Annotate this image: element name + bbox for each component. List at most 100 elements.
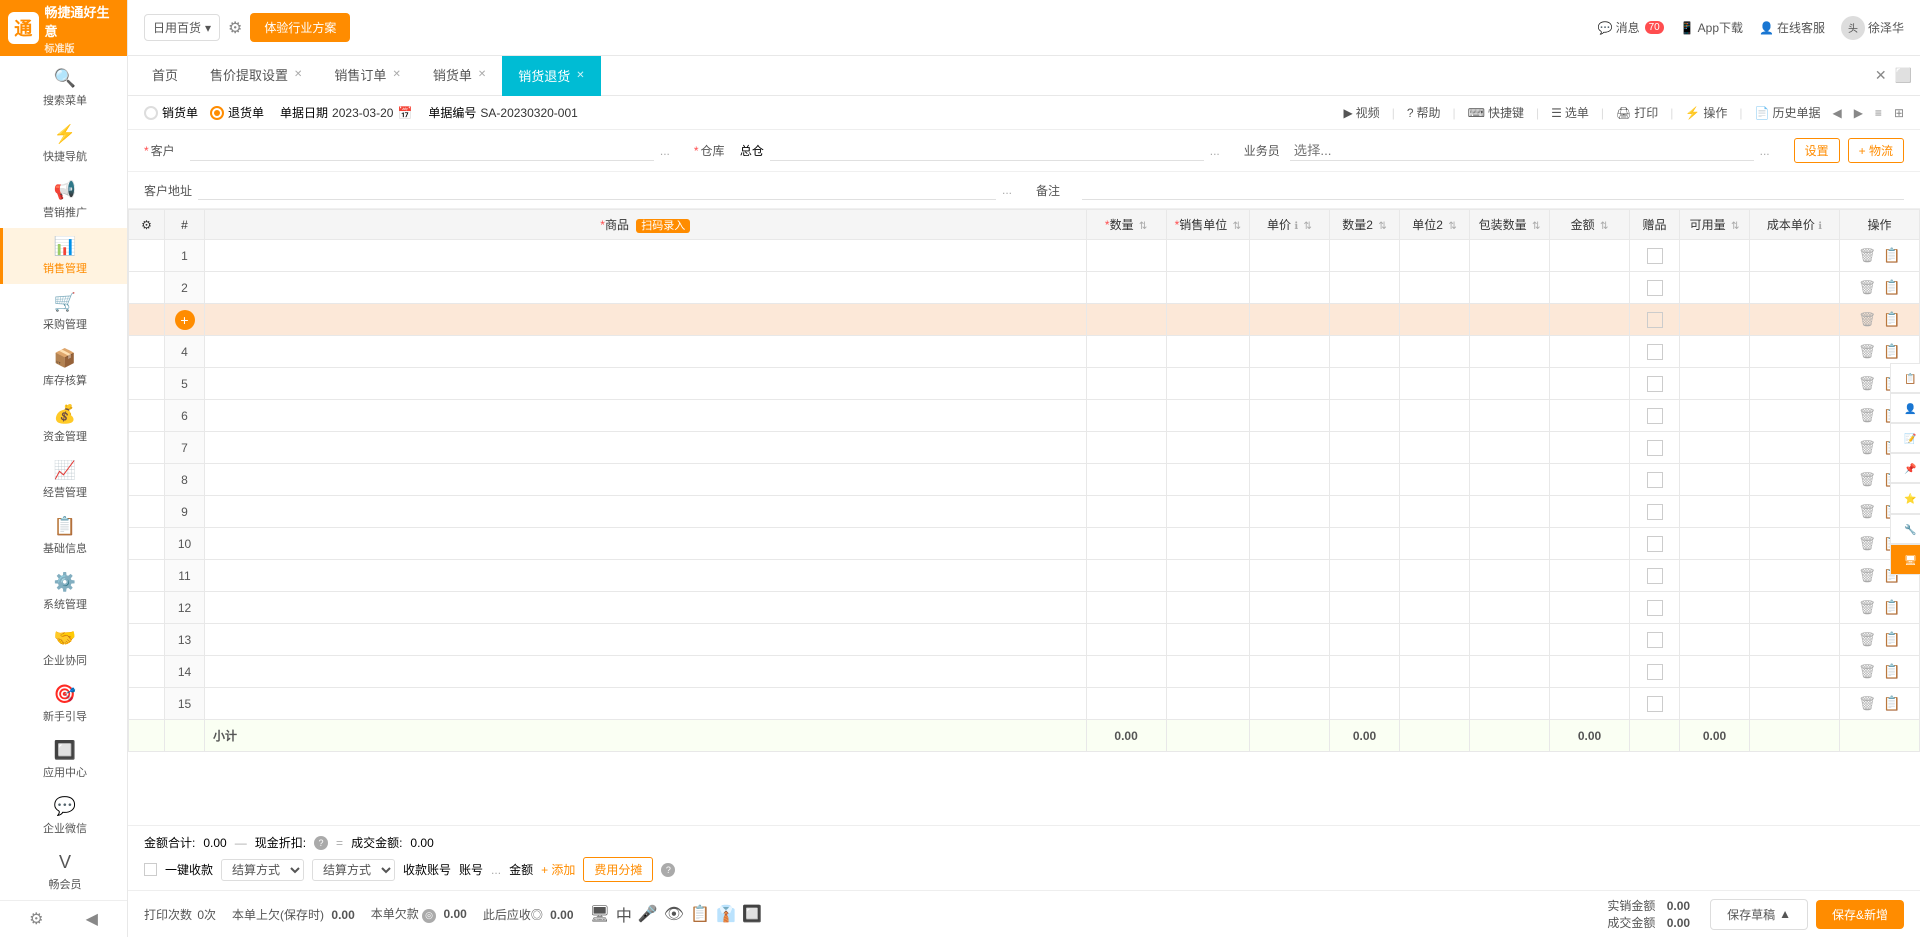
toolbar-select-btn[interactable]: ☰ 选单 (1551, 104, 1589, 121)
sidebar-item-member[interactable]: V 畅会员 (0, 844, 127, 900)
row-unit-2[interactable] (1166, 304, 1249, 336)
row-unit-13[interactable] (1166, 656, 1249, 688)
row-qty2-4[interactable] (1330, 368, 1400, 400)
row-gift-10[interactable] (1630, 560, 1680, 592)
row-goods-2[interactable] (205, 304, 1087, 336)
row-unit2-12[interactable] (1400, 624, 1470, 656)
row-pack-6[interactable] (1470, 432, 1550, 464)
row-available-6[interactable] (1680, 432, 1750, 464)
row-qty2-13[interactable] (1330, 656, 1400, 688)
row-price-5[interactable] (1250, 400, 1330, 432)
online-service-btn[interactable]: 👤 在线客服 (1759, 19, 1825, 36)
bottom-icon-7[interactable]: 🔲 (742, 904, 762, 924)
row-cost-2[interactable] (1750, 304, 1840, 336)
row-qty2-2[interactable] (1330, 304, 1400, 336)
row-price-9[interactable] (1250, 528, 1330, 560)
row-goods-7[interactable] (205, 464, 1087, 496)
add-btn[interactable]: + 添加 (541, 861, 575, 878)
row-unit-3[interactable] (1166, 336, 1249, 368)
row-qty-0[interactable] (1086, 240, 1166, 272)
row-unit2-0[interactable] (1400, 240, 1470, 272)
customer-dots[interactable]: ... (660, 144, 670, 158)
row-qty-1[interactable] (1086, 272, 1166, 304)
row-pack-7[interactable] (1470, 464, 1550, 496)
row-cost-9[interactable] (1750, 528, 1840, 560)
row-amount-6[interactable] (1550, 432, 1630, 464)
delete-btn-14[interactable]: 🗑 (1858, 695, 1876, 711)
row-unit-7[interactable] (1166, 464, 1249, 496)
sidebar-item-wechat[interactable]: 💬 企业微信 (0, 788, 127, 844)
row-price-7[interactable] (1250, 464, 1330, 496)
row-goods-10[interactable] (205, 560, 1087, 592)
row-gift-7[interactable] (1630, 464, 1680, 496)
row-gift-9[interactable] (1630, 528, 1680, 560)
row-unit-9[interactable] (1166, 528, 1249, 560)
sidebar-item-shortcuts[interactable]: ⚡ 快捷导航 (0, 116, 127, 172)
row-available-8[interactable] (1680, 496, 1750, 528)
address-dots[interactable]: ... (1002, 183, 1012, 197)
row-gift-13[interactable] (1630, 656, 1680, 688)
row-qty2-1[interactable] (1330, 272, 1400, 304)
row-qty-2[interactable] (1086, 304, 1166, 336)
address-input[interactable] (198, 180, 996, 200)
delete-btn-13[interactable]: 🗑 (1858, 663, 1876, 679)
row-qty-8[interactable] (1086, 496, 1166, 528)
copy-btn-0[interactable]: 📋 (1883, 247, 1900, 263)
tab-sales-invoice[interactable]: 销货单 ✕ (417, 56, 502, 96)
row-available-3[interactable] (1680, 336, 1750, 368)
row-unit2-10[interactable] (1400, 560, 1470, 592)
copy-btn-14[interactable]: 📋 (1883, 695, 1900, 711)
delete-btn-3[interactable]: 🗑 (1858, 343, 1876, 359)
delete-btn-11[interactable]: 🗑 (1858, 599, 1876, 615)
row-unit-11[interactable] (1166, 592, 1249, 624)
row-cost-7[interactable] (1750, 464, 1840, 496)
copy-btn-12[interactable]: 📋 (1883, 631, 1900, 647)
goods-input-1[interactable] (211, 280, 1080, 295)
row-available-2[interactable] (1680, 304, 1750, 336)
goods-input-11[interactable] (211, 600, 1080, 615)
copy-btn-3[interactable]: 📋 (1883, 343, 1900, 359)
row-amount-0[interactable] (1550, 240, 1630, 272)
row-available-11[interactable] (1680, 592, 1750, 624)
row-goods-4[interactable] (205, 368, 1087, 400)
sidebar-item-enterprise[interactable]: 🤝 企业协同 (0, 620, 127, 676)
sidebar-item-system[interactable]: ⚙️ 系统管理 (0, 564, 127, 620)
row-qty2-8[interactable] (1330, 496, 1400, 528)
row-cost-0[interactable] (1750, 240, 1840, 272)
row-pack-4[interactable] (1470, 368, 1550, 400)
toolbar-view-grid[interactable]: ⊞ (1894, 106, 1904, 120)
row-qty2-0[interactable] (1330, 240, 1400, 272)
row-available-9[interactable] (1680, 528, 1750, 560)
row-gift-1[interactable] (1630, 272, 1680, 304)
logistics-btn[interactable]: + 物流 (1848, 138, 1904, 163)
row-amount-13[interactable] (1550, 656, 1630, 688)
row-qty2-6[interactable] (1330, 432, 1400, 464)
row-cost-1[interactable] (1750, 272, 1840, 304)
row-unit2-8[interactable] (1400, 496, 1470, 528)
copy-btn-1[interactable]: 📋 (1883, 279, 1900, 295)
row-pack-1[interactable] (1470, 272, 1550, 304)
row-cost-10[interactable] (1750, 560, 1840, 592)
row-cost-14[interactable] (1750, 688, 1840, 720)
remark-input[interactable] (1082, 180, 1904, 200)
bottom-icon-3[interactable]: 🎤 (638, 904, 658, 924)
row-qty-4[interactable] (1086, 368, 1166, 400)
user-profile-btn[interactable]: 头 徐泽华 (1841, 16, 1904, 40)
gift-checkbox-3[interactable] (1647, 344, 1663, 360)
row-unit2-3[interactable] (1400, 336, 1470, 368)
row-gift-12[interactable] (1630, 624, 1680, 656)
one-click-checkbox[interactable] (144, 863, 157, 876)
delete-btn-12[interactable]: 🗑 (1858, 631, 1876, 647)
row-amount-7[interactable] (1550, 464, 1630, 496)
goods-input-6[interactable] (211, 440, 1080, 455)
row-available-5[interactable] (1680, 400, 1750, 432)
bottom-icon-1[interactable]: 🖥 (590, 904, 610, 924)
row-unit2-5[interactable] (1400, 400, 1470, 432)
sidebar-item-search[interactable]: 🔍 搜索菜单 (0, 60, 127, 116)
right-panel-btn-5[interactable]: ⭐ (1890, 483, 1920, 513)
sidebar-settings-btn[interactable]: ⚙ (29, 909, 43, 929)
sidebar-collapse-btn[interactable]: ◀ (86, 909, 98, 929)
header-settings-btn[interactable]: ⚙ (228, 18, 242, 38)
sidebar-item-operations[interactable]: 📈 经营管理 (0, 452, 127, 508)
row-pack-5[interactable] (1470, 400, 1550, 432)
